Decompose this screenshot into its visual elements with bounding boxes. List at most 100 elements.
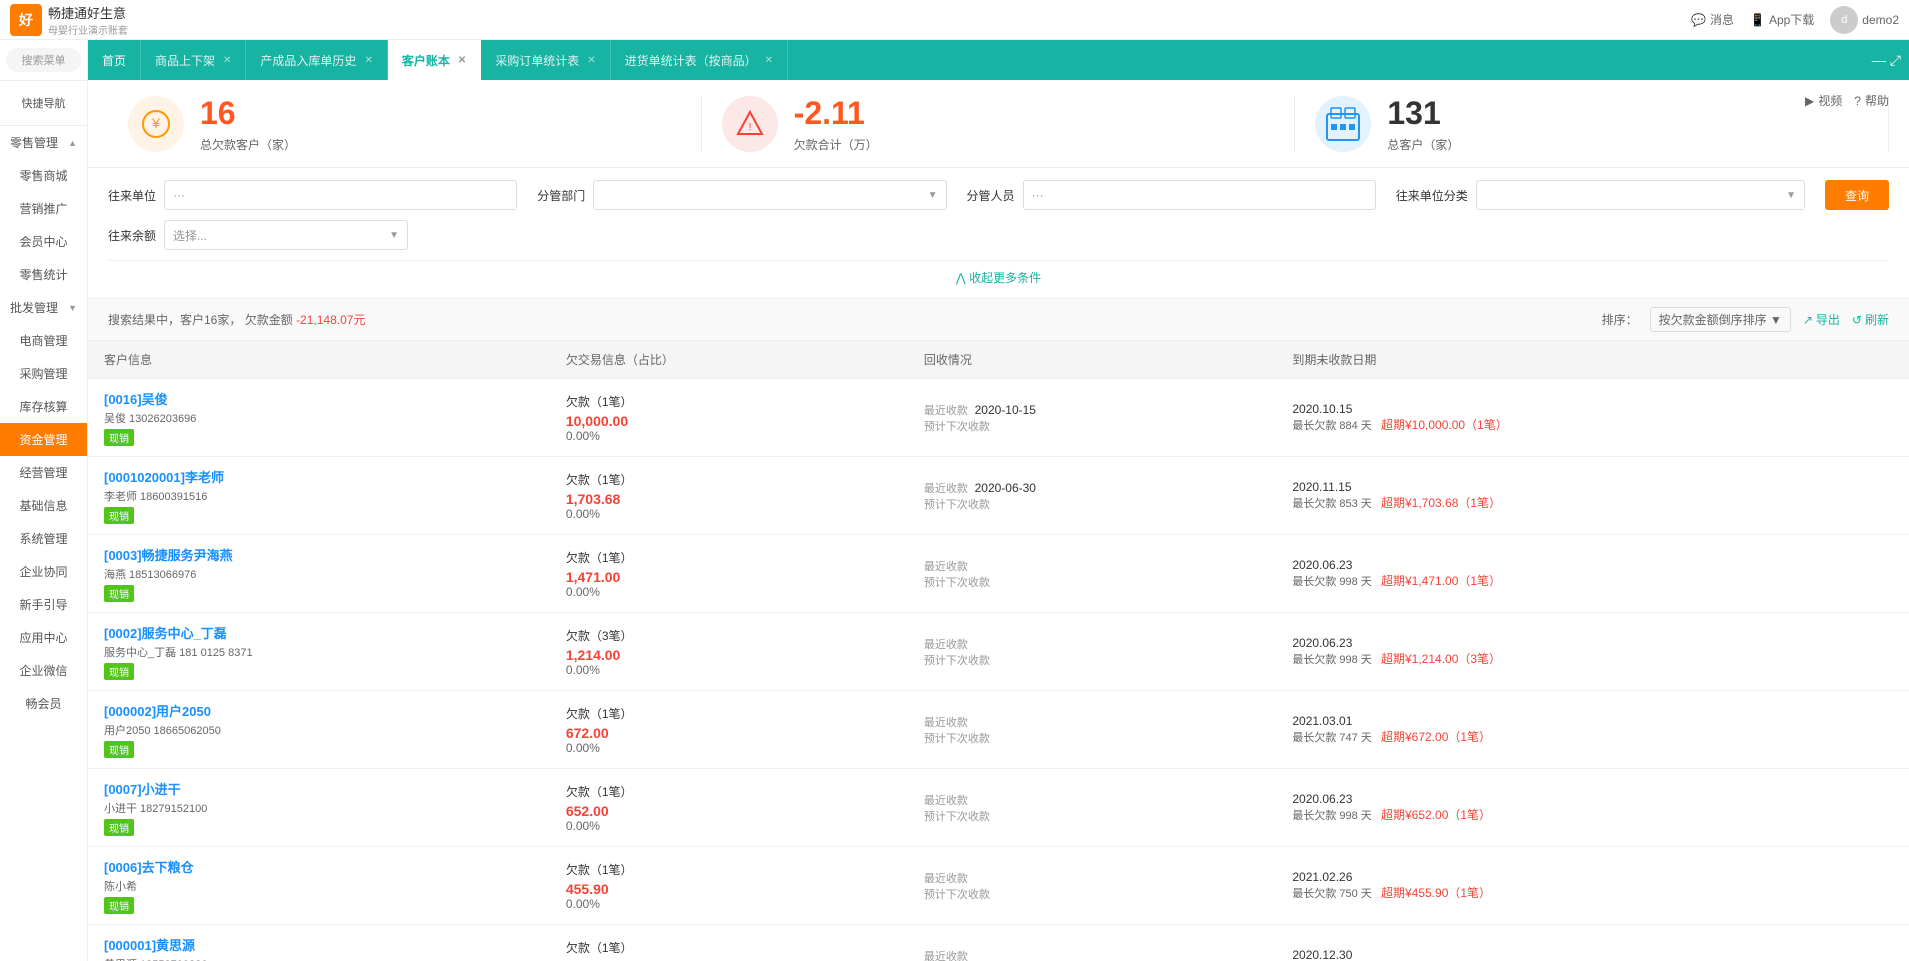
- debt-count-3: 欠款（3笔）: [566, 627, 892, 644]
- cell-debt-info-5: 欠款（1笔） 652.00 0.00%: [550, 769, 908, 847]
- table-header-row: 客户信息 欠交易信息（占比） 回收情况 到期未收款日期: [88, 341, 1909, 379]
- chevron-down-icon: ▼: [1770, 313, 1782, 327]
- sidebar-item-member-center[interactable]: 会员中心: [0, 225, 87, 258]
- tab-close-icon[interactable]: ✕: [765, 55, 773, 66]
- cell-debt-info-2: 欠款（1笔） 1,471.00 0.00%: [550, 535, 908, 613]
- export-button[interactable]: ↗ 导出: [1803, 311, 1840, 328]
- customer-name-5[interactable]: [0007]小进干: [104, 779, 534, 798]
- customer-name-0[interactable]: [0016]吴俊: [104, 389, 534, 408]
- sidebar-item-quick-nav[interactable]: 快捷导航: [0, 87, 87, 119]
- table-row: [0006]去下粮仓 陈小希 现销 欠款（1笔） 455.90 0.00% 最近…: [88, 847, 1909, 925]
- sort-select[interactable]: 按欠款金额倒序排序 ▼: [1650, 307, 1791, 332]
- debt-amount-2[interactable]: 1,471.00: [566, 569, 892, 585]
- overdue-amount-6[interactable]: 超期¥455.90（1笔）: [1381, 886, 1491, 900]
- tab-inbound-stats[interactable]: 进货单统计表（按商品） ✕: [611, 40, 788, 80]
- sidebar-item-operation[interactable]: 经营管理: [0, 456, 87, 489]
- user-button[interactable]: d demo2: [1830, 6, 1899, 34]
- sidebar-item-new-guide[interactable]: 新手引导: [0, 588, 87, 621]
- sidebar-item-retail-management[interactable]: 零售管理 ▲: [0, 126, 87, 159]
- balance-select[interactable]: 选择... ▼: [164, 220, 408, 250]
- overdue-amount-3[interactable]: 超期¥1,214.00（3笔）: [1381, 652, 1501, 666]
- search-button[interactable]: 查询: [1825, 180, 1889, 210]
- message-button[interactable]: 💬 消息: [1691, 11, 1734, 28]
- cell-debt-info-6: 欠款（1笔） 455.90 0.00%: [550, 847, 908, 925]
- customer-name-3[interactable]: [0002]服务中心_丁磊: [104, 623, 534, 642]
- collapse-filter-button[interactable]: ⋀ 收起更多条件: [108, 260, 1889, 286]
- debt-amount-3[interactable]: 1,214.00: [566, 647, 892, 663]
- phone-icon: 📱: [1750, 13, 1765, 27]
- refresh-button[interactable]: ↺ 刷新: [1852, 311, 1889, 328]
- result-amount-label: 欠款金额: [245, 313, 293, 327]
- table-row: [0002]服务中心_丁磊 服务中心_丁磊 181 0125 8371 现销 欠…: [88, 613, 1909, 691]
- tab-purchase-stats[interactable]: 采购订单统计表 ✕: [481, 40, 610, 80]
- debt-amount-4[interactable]: 672.00: [566, 725, 892, 741]
- sidebar-item-enterprise-wechat[interactable]: 企业微信: [0, 654, 87, 687]
- sidebar-item-purchase[interactable]: 采购管理: [0, 357, 87, 390]
- tab-collapse-icon[interactable]: —: [1872, 52, 1886, 68]
- recovery-next-0: 预计下次收款: [924, 418, 1260, 434]
- sidebar-item-label: 企业协同: [19, 563, 67, 580]
- recovery-next-2: 预计下次收款: [924, 574, 1260, 590]
- tab-expand-icon[interactable]: ⤢: [1890, 52, 1901, 69]
- debt-amount-5[interactable]: 652.00: [566, 803, 892, 819]
- sidebar-item-label: 零售统计: [19, 266, 67, 283]
- recovery-info-4: 最近收款: [924, 714, 1260, 730]
- person-input[interactable]: ···: [1023, 180, 1376, 210]
- sidebar-item-chang-member[interactable]: 畅会员: [0, 687, 87, 720]
- filter-dots: ···: [1032, 188, 1044, 202]
- help-icon: ?: [1854, 94, 1861, 108]
- dept-select[interactable]: ▼: [593, 180, 946, 210]
- tab-customer-account[interactable]: 客户账本 ✕: [388, 40, 481, 80]
- sidebar-item-finance[interactable]: 资金管理: [0, 423, 87, 456]
- source-unit-input[interactable]: ···: [164, 180, 517, 210]
- sidebar-item-retail-stats[interactable]: 零售统计: [0, 258, 87, 291]
- customer-name-2[interactable]: [0003]畅捷服务尹海燕: [104, 545, 534, 564]
- sidebar-item-enterprise-collab[interactable]: 企业协同: [0, 555, 87, 588]
- tab-product-listing[interactable]: 商品上下架 ✕: [141, 40, 246, 80]
- app-download-button[interactable]: 📱 App下载: [1750, 11, 1814, 28]
- overdue-amount-1[interactable]: 超期¥1,703.68（1笔）: [1381, 496, 1501, 510]
- tab-close-icon[interactable]: ✕: [223, 55, 231, 66]
- overdue-amount-5[interactable]: 超期¥652.00（1笔）: [1381, 808, 1491, 822]
- tab-product-inbound[interactable]: 产成品入库单历史 ✕: [246, 40, 387, 80]
- due-date-2: 2020.06.23: [1292, 558, 1893, 572]
- sidebar-item-retail-mall[interactable]: 零售商城: [0, 159, 87, 192]
- col-due-date: 到期未收款日期: [1276, 341, 1909, 379]
- sidebar-item-inventory[interactable]: 库存核算: [0, 390, 87, 423]
- customer-name-4[interactable]: [000002]用户2050: [104, 701, 534, 720]
- tab-home[interactable]: 首页: [88, 40, 141, 80]
- logo-icon: 好: [10, 4, 42, 36]
- debt-amount-0[interactable]: 10,000.00: [566, 413, 892, 429]
- sidebar-search[interactable]: 搜索菜单: [0, 40, 87, 81]
- overdue-amount-2[interactable]: 超期¥1,471.00（1笔）: [1381, 574, 1501, 588]
- overdue-amount-4[interactable]: 超期¥672.00（1笔）: [1381, 730, 1491, 744]
- sidebar-item-app-center[interactable]: 应用中心: [0, 621, 87, 654]
- debt-amount-6[interactable]: 455.90: [566, 881, 892, 897]
- debt-amount-1[interactable]: 1,703.68: [566, 491, 892, 507]
- customer-name-1[interactable]: [0001020001]李老师: [104, 467, 534, 486]
- video-button[interactable]: ▶ 视频: [1805, 92, 1842, 109]
- sidebar-item-wholesale-management[interactable]: 批发管理 ▼: [0, 291, 87, 324]
- debt-count-6: 欠款（1笔）: [566, 861, 892, 878]
- help-button[interactable]: ? 帮助: [1854, 92, 1889, 109]
- filter-dots: ···: [173, 188, 185, 202]
- sidebar-item-label: 应用中心: [19, 629, 67, 646]
- recovery-info-3: 最近收款: [924, 636, 1260, 652]
- tab-close-icon[interactable]: ✕: [587, 55, 595, 66]
- customer-name-6[interactable]: [0006]去下粮仓: [104, 857, 534, 876]
- sidebar-item-basic-info[interactable]: 基础信息: [0, 489, 87, 522]
- filter-balance: 往来余额 选择... ▼: [108, 220, 408, 250]
- tab-close-icon[interactable]: ✕: [458, 55, 466, 66]
- search-menu-input[interactable]: 搜索菜单: [6, 48, 81, 72]
- sidebar-item-ecommerce[interactable]: 电商管理: [0, 324, 87, 357]
- sidebar-item-marketing[interactable]: 营销推广: [0, 192, 87, 225]
- sidebar-item-system[interactable]: 系统管理: [0, 522, 87, 555]
- recovery-info-0: 最近收款 2020-10-15: [924, 402, 1260, 418]
- cell-recovery-0: 最近收款 2020-10-15 预计下次收款: [908, 379, 1276, 457]
- customer-name-7[interactable]: [000001]黄思源: [104, 935, 534, 954]
- overdue-amount-0[interactable]: 超期¥10,000.00（1笔）: [1381, 418, 1508, 432]
- recovery-date-5: [971, 793, 974, 807]
- customer-tag-6: 现销: [104, 897, 134, 914]
- tab-close-icon[interactable]: ✕: [364, 55, 372, 66]
- unit-class-select[interactable]: ▼: [1476, 180, 1805, 210]
